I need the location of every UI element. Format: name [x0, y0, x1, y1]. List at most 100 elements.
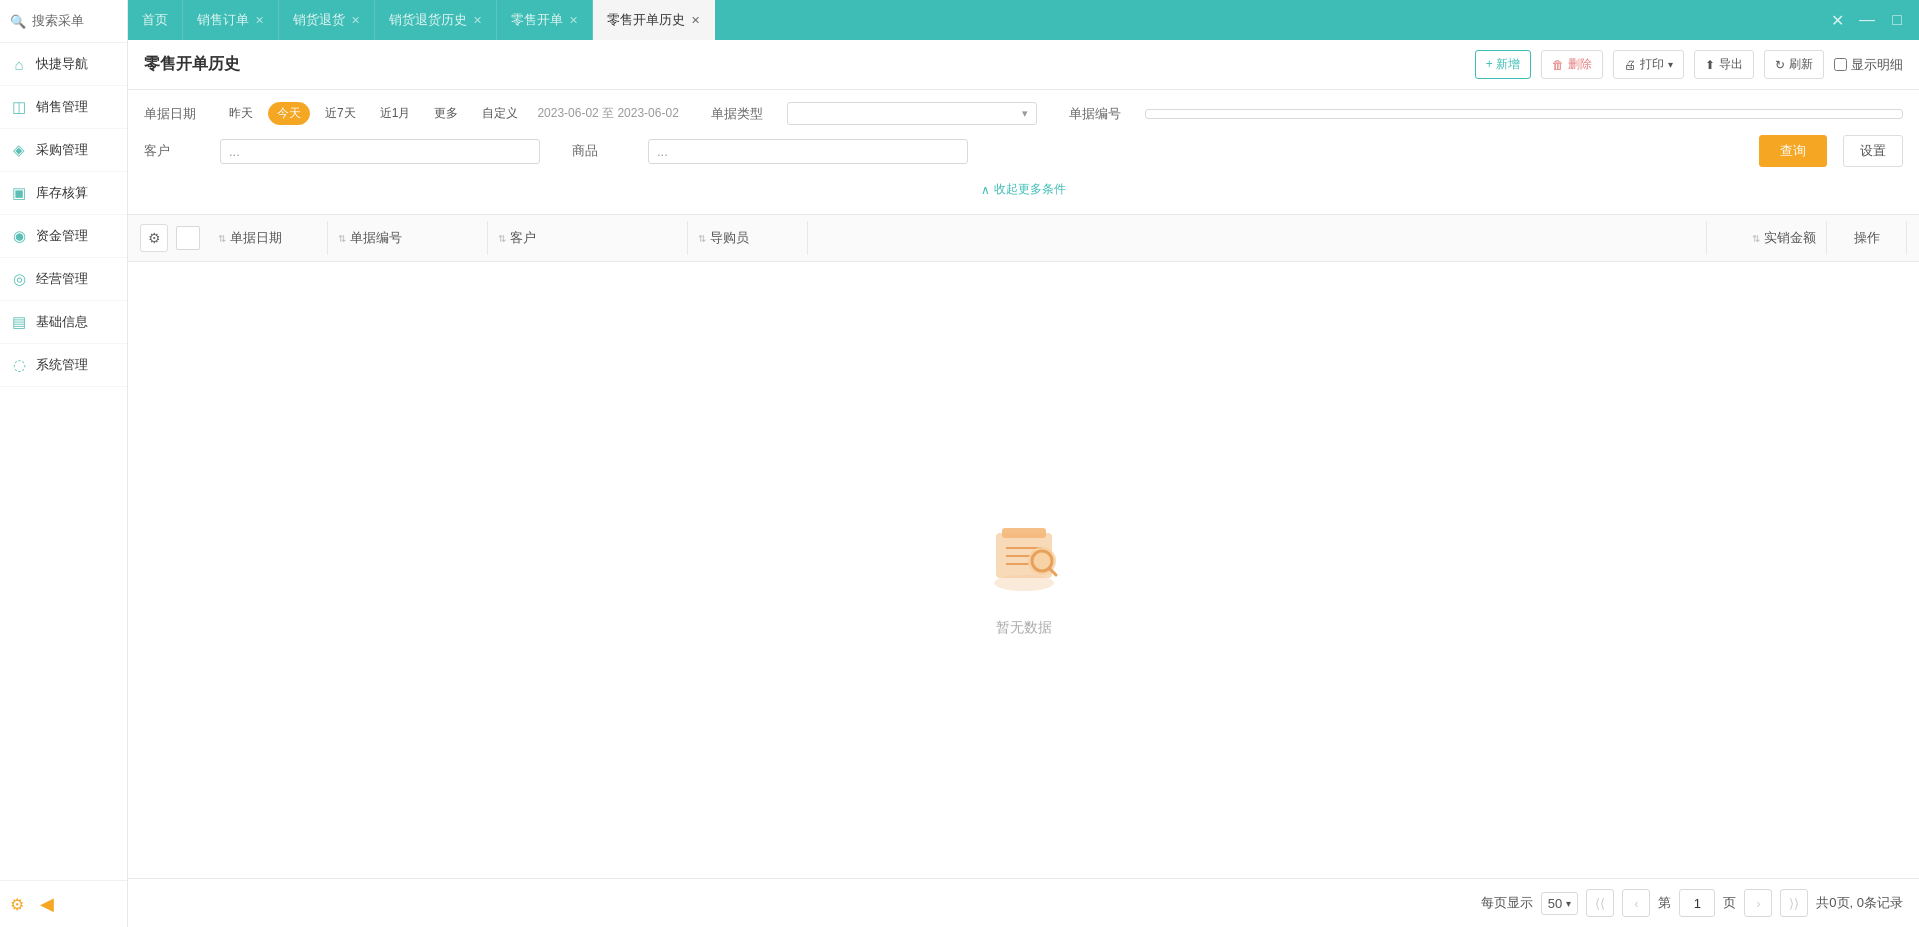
table-settings-button[interactable]: ⚙ — [140, 224, 168, 252]
sidebar-label-sys-mgmt: 系统管理 — [36, 356, 88, 374]
sidebar: 🔍 搜索采单 ⌂ 快捷导航 ◫ 销售管理 ◈ 采购管理 ▣ 库存核算 ◉ 资金管… — [0, 0, 128, 927]
sidebar-item-finance[interactable]: ◉ 资金管理 — [0, 215, 127, 258]
nav-minimize-btn[interactable]: — — [1855, 8, 1879, 32]
table-controls-row: ⚙ ⇅ 单据日期 ⇅ 单据编号 ⇅ 客户 ⇅ 导购员 — [128, 215, 1919, 262]
sidebar-label-purchase-mgmt: 采购管理 — [36, 141, 88, 159]
page-suffix: 页 — [1723, 894, 1736, 912]
collapse-button[interactable]: ∧ 收起更多条件 — [969, 177, 1078, 202]
tab-retail-open[interactable]: 零售开单 ✕ — [497, 0, 593, 40]
sidebar-item-sales-mgmt[interactable]: ◫ 销售管理 — [0, 86, 127, 129]
tab-sales-return-history-close[interactable]: ✕ — [473, 14, 482, 27]
goods-filter-input[interactable]: ... — [648, 139, 968, 164]
sidebar-item-ops[interactable]: ◎ 经营管理 — [0, 258, 127, 301]
add-button[interactable]: + 新增 — [1475, 50, 1531, 79]
sidebar-item-quick-nav[interactable]: ⌂ 快捷导航 — [0, 43, 127, 86]
sales-icon: ◫ — [10, 98, 28, 116]
settings-gear-icon[interactable]: ⚙ — [10, 895, 24, 914]
inventory-icon: ▣ — [10, 184, 28, 202]
customer-filter-input[interactable]: ... — [220, 139, 540, 164]
page-input[interactable] — [1679, 889, 1715, 917]
select-all-checkbox[interactable] — [176, 226, 200, 250]
date-btn-last1m[interactable]: 近1月 — [371, 102, 420, 125]
date-btn-custom[interactable]: 自定义 — [473, 102, 527, 125]
page-prev-btn[interactable]: ‹ — [1622, 889, 1650, 917]
sidebar-label-quick-nav: 快捷导航 — [36, 55, 88, 73]
date-filter-btns: 昨天 今天 近7天 近1月 更多 自定义 2023-06-02 至 2023-0… — [220, 102, 679, 125]
home-icon: ⌂ — [10, 55, 28, 73]
tab-retail-open-history-label: 零售开单历史 — [607, 11, 685, 29]
th-customer[interactable]: ⇅ 客户 — [488, 221, 688, 255]
nav-maximize-btn[interactable]: □ — [1885, 8, 1909, 32]
display-cols-check[interactable]: 显示明细 — [1834, 56, 1903, 74]
sidebar-item-inventory[interactable]: ▣ 库存核算 — [0, 172, 127, 215]
page-next-btn[interactable]: › — [1744, 889, 1772, 917]
sidebar-item-base-info[interactable]: ▤ 基础信息 — [0, 301, 127, 344]
top-nav: 首页 销售订单 ✕ 销货退货 ✕ 销货退货历史 ✕ 零售开单 ✕ 零售开单历史 … — [128, 0, 1919, 40]
per-page-select[interactable]: 50 ▾ — [1541, 892, 1578, 915]
page-title: 零售开单历史 — [144, 54, 240, 75]
goods-filter-label: 商品 — [572, 142, 632, 160]
customer-input-placeholder: ... — [229, 144, 240, 159]
date-btn-last7[interactable]: 近7天 — [316, 102, 365, 125]
tab-sales-order[interactable]: 销售订单 ✕ — [183, 0, 279, 40]
refresh-button[interactable]: ↻ 刷新 — [1764, 50, 1824, 79]
total-text: 共0页, 0条记录 — [1816, 894, 1903, 912]
finance-icon: ◉ — [10, 227, 28, 245]
base-info-icon: ▤ — [10, 313, 28, 331]
purchase-icon: ◈ — [10, 141, 28, 159]
sort-icon-num: ⇅ — [338, 233, 346, 244]
sidebar-item-sys-mgmt[interactable]: ◌ 系统管理 — [0, 344, 127, 387]
tab-home[interactable]: 首页 — [128, 0, 183, 40]
sidebar-collapse-icon[interactable]: ◀ — [40, 893, 54, 915]
th-guide[interactable]: ⇅ 导购员 — [688, 221, 808, 255]
date-btn-more[interactable]: 更多 — [425, 102, 467, 125]
type-filter-select[interactable]: ▾ — [787, 102, 1037, 125]
query-button[interactable]: 查询 — [1759, 135, 1827, 167]
sidebar-search[interactable]: 🔍 搜索采单 — [0, 0, 127, 43]
empty-text: 暂无数据 — [996, 619, 1052, 637]
tab-retail-open-close[interactable]: ✕ — [569, 14, 578, 27]
page-first-btn[interactable]: ⟨⟨ — [1586, 889, 1614, 917]
table-header: ⇅ 单据日期 ⇅ 单据编号 ⇅ 客户 ⇅ 导购员 ⇅ 实销 — [208, 221, 1907, 255]
num-filter-label: 单据编号 — [1069, 105, 1129, 123]
th-date[interactable]: ⇅ 单据日期 — [208, 221, 328, 255]
num-filter-input[interactable] — [1145, 109, 1903, 119]
per-page-value: 50 — [1548, 896, 1562, 911]
tab-retail-open-history-close[interactable]: ✕ — [691, 14, 700, 27]
page-header: 零售开单历史 + 新增 🗑 删除 🖨 打印 ▾ ⬆ 导出 ↻ 刷新 显 — [128, 40, 1919, 90]
print-icon: 🖨 — [1624, 58, 1636, 72]
tab-sales-return-close[interactable]: ✕ — [351, 14, 360, 27]
tab-retail-open-history[interactable]: 零售开单历史 ✕ — [593, 0, 715, 40]
type-filter-label: 单据类型 — [711, 105, 771, 123]
search-icon: 🔍 — [10, 14, 26, 29]
filter-row-1: 单据日期 昨天 今天 近7天 近1月 更多 自定义 2023-06-02 至 2… — [144, 102, 1903, 125]
collapse-up-icon: ∧ — [981, 183, 990, 197]
type-select-arrow: ▾ — [1022, 107, 1028, 120]
sidebar-label-ops: 经营管理 — [36, 270, 88, 288]
date-btn-today[interactable]: 今天 — [268, 102, 310, 125]
sort-icon-guide: ⇅ — [698, 233, 706, 244]
th-num[interactable]: ⇅ 单据编号 — [328, 221, 488, 255]
th-amount[interactable]: ⇅ 实销金额 — [1707, 221, 1827, 255]
ops-icon: ◎ — [10, 270, 28, 288]
filter-row-2: 客户 ... 商品 ... 查询 设置 — [144, 135, 1903, 167]
nav-close-window-btn[interactable]: ✕ — [1825, 8, 1849, 32]
settings-filter-button[interactable]: 设置 — [1843, 135, 1903, 167]
date-btn-yesterday[interactable]: 昨天 — [220, 102, 262, 125]
tab-sales-return-label: 销货退货 — [293, 11, 345, 29]
page-last-btn[interactable]: ⟩⟩ — [1780, 889, 1808, 917]
tab-sales-order-close[interactable]: ✕ — [255, 14, 264, 27]
print-button[interactable]: 🖨 打印 ▾ — [1613, 50, 1684, 79]
tab-sales-return[interactable]: 销货退货 ✕ — [279, 0, 375, 40]
empty-icon — [974, 503, 1074, 603]
tab-sales-return-history[interactable]: 销货退货历史 ✕ — [375, 0, 497, 40]
display-cols-checkbox[interactable] — [1834, 58, 1847, 71]
sidebar-item-purchase-mgmt[interactable]: ◈ 采购管理 — [0, 129, 127, 172]
tab-sales-order-label: 销售订单 — [197, 11, 249, 29]
pagination: 每页显示 50 ▾ ⟨⟨ ‹ 第 页 › ⟩⟩ 共0页, 0条记录 — [128, 878, 1919, 927]
export-button[interactable]: ⬆ 导出 — [1694, 50, 1754, 79]
per-page-arrow: ▾ — [1566, 898, 1571, 909]
filter-area: 单据日期 昨天 今天 近7天 近1月 更多 自定义 2023-06-02 至 2… — [128, 90, 1919, 215]
main-area: 首页 销售订单 ✕ 销货退货 ✕ 销货退货历史 ✕ 零售开单 ✕ 零售开单历史 … — [128, 0, 1919, 927]
delete-button[interactable]: 🗑 删除 — [1541, 50, 1603, 79]
